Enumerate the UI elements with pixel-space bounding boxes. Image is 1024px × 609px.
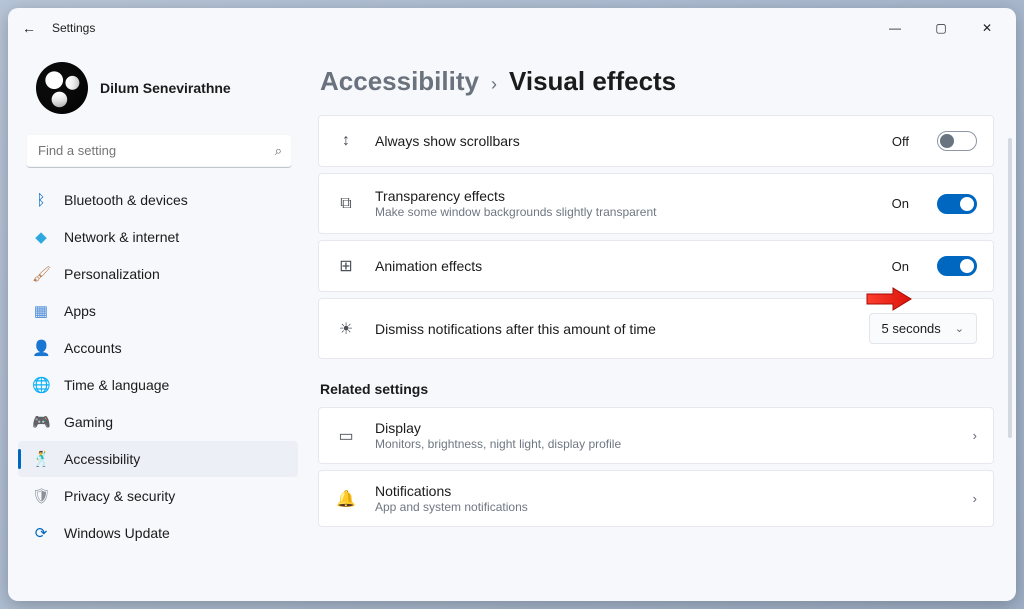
page-title: Visual effects: [509, 66, 676, 97]
sidebar-item-gaming[interactable]: 🎮 Gaming: [18, 404, 298, 440]
scrollbars-state: Off: [892, 134, 909, 149]
sidebar-item-network-internet[interactable]: ◆ Network & internet: [18, 219, 298, 255]
sidebar-item-label: Network & internet: [64, 229, 179, 245]
nav-icon: ◆: [32, 228, 50, 246]
titlebar: ← Settings — ▢ ✕: [8, 8, 1016, 48]
transparency-sub: Make some window backgrounds slightly tr…: [375, 205, 874, 219]
profile[interactable]: Dilum Senevirathne: [18, 52, 298, 128]
transparency-toggle[interactable]: [937, 194, 977, 214]
scrollbars-title: Always show scrollbars: [375, 133, 874, 149]
scrollbar-track[interactable]: [1008, 138, 1012, 438]
breadcrumb-parent[interactable]: Accessibility: [320, 66, 479, 97]
sidebar-item-label: Apps: [64, 303, 96, 319]
minimize-button[interactable]: —: [872, 12, 918, 44]
bell-icon: 🔔: [335, 488, 357, 510]
link-notifications[interactable]: 🔔 Notifications App and system notificat…: [318, 470, 994, 527]
sidebar-item-privacy-security[interactable]: 🛡 Privacy & security: [18, 478, 298, 514]
nav-list: ᛒ Bluetooth & devices ◆ Network & internet 🖌…: [18, 182, 298, 551]
card-transparency: ⧉ Transparency effects Make some window …: [318, 173, 994, 234]
scrollbars-icon: ↕: [335, 130, 357, 152]
sidebar-item-label: Accessibility: [64, 451, 140, 467]
maximize-button[interactable]: ▢: [918, 12, 964, 44]
related-heading: Related settings: [320, 381, 992, 397]
sidebar-item-label: Windows Update: [64, 525, 170, 541]
app-title: Settings: [52, 21, 95, 35]
dismiss-title: Dismiss notifications after this amount …: [375, 321, 851, 337]
notifications-sub: App and system notifications: [375, 500, 955, 514]
sidebar-item-windows-update[interactable]: ⟳ Windows Update: [18, 515, 298, 551]
display-icon: ▭: [335, 425, 357, 447]
sidebar-item-label: Privacy & security: [64, 488, 175, 504]
nav-icon: ᛒ: [32, 192, 50, 209]
sidebar-item-accessibility[interactable]: 🕺 Accessibility: [18, 441, 298, 477]
link-display[interactable]: ▭ Display Monitors, brightness, night li…: [318, 407, 994, 464]
transparency-state: On: [892, 196, 909, 211]
nav-icon: 🛡: [32, 487, 50, 505]
nav-icon: ▦: [32, 302, 50, 320]
transparency-icon: ⧉: [335, 193, 357, 215]
sidebar-item-time-language[interactable]: 🌐 Time & language: [18, 367, 298, 403]
chevron-down-icon: ⌄: [955, 322, 964, 335]
sidebar-item-label: Time & language: [64, 377, 169, 393]
sidebar-item-label: Bluetooth & devices: [64, 192, 188, 208]
nav-icon: 🌐: [32, 376, 50, 394]
search-box: ⌕: [26, 134, 292, 168]
sidebar-item-label: Personalization: [64, 266, 160, 282]
sidebar-item-label: Gaming: [64, 414, 113, 430]
notifications-title: Notifications: [375, 483, 955, 499]
dismiss-dropdown[interactable]: 5 seconds ⌄: [869, 313, 977, 344]
chevron-right-icon: ›: [973, 491, 977, 506]
nav-icon: 👤: [32, 339, 50, 357]
animation-icon: ⊞: [335, 255, 357, 277]
search-input[interactable]: [26, 134, 292, 168]
nav-icon: ⟳: [32, 524, 50, 542]
display-title: Display: [375, 420, 955, 436]
card-scrollbars: ↕ Always show scrollbars Off: [318, 115, 994, 167]
card-dismiss: ☀ Dismiss notifications after this amoun…: [318, 298, 994, 359]
main-panel: Accessibility › Visual effects ↕ Always …: [308, 48, 1016, 601]
scrollbars-toggle[interactable]: [937, 131, 977, 151]
nav-icon: 🎮: [32, 413, 50, 431]
animation-toggle[interactable]: [937, 256, 977, 276]
card-animation: ⊞ Animation effects On: [318, 240, 994, 292]
user-name: Dilum Senevirathne: [100, 80, 231, 96]
chevron-right-icon: ›: [491, 74, 497, 95]
nav-icon: 🖌: [32, 265, 50, 283]
timer-icon: ☀: [335, 318, 357, 340]
animation-state: On: [892, 259, 909, 274]
animation-title: Animation effects: [375, 258, 874, 274]
transparency-title: Transparency effects: [375, 188, 874, 204]
caption-buttons: — ▢ ✕: [872, 12, 1010, 44]
dismiss-dropdown-value: 5 seconds: [882, 321, 941, 336]
content-scroll[interactable]: ↕ Always show scrollbars Off ⧉ Transpare…: [318, 115, 998, 591]
avatar: [36, 62, 88, 114]
back-button[interactable]: ←: [22, 20, 36, 36]
chevron-right-icon: ›: [973, 428, 977, 443]
display-sub: Monitors, brightness, night light, displ…: [375, 437, 955, 451]
close-button[interactable]: ✕: [964, 12, 1010, 44]
sidebar-item-label: Accounts: [64, 340, 122, 356]
breadcrumb: Accessibility › Visual effects: [318, 60, 998, 115]
sidebar-item-bluetooth-devices[interactable]: ᛒ Bluetooth & devices: [18, 182, 298, 218]
sidebar-item-personalization[interactable]: 🖌 Personalization: [18, 256, 298, 292]
sidebar-item-accounts[interactable]: 👤 Accounts: [18, 330, 298, 366]
settings-window: ← Settings — ▢ ✕ Dilum Senevirathne ⌕ ᛒB…: [8, 8, 1016, 601]
nav-icon: 🕺: [32, 450, 50, 468]
sidebar: Dilum Senevirathne ⌕ ᛒ Bluetooth & device…: [8, 48, 308, 601]
sidebar-item-apps[interactable]: ▦ Apps: [18, 293, 298, 329]
